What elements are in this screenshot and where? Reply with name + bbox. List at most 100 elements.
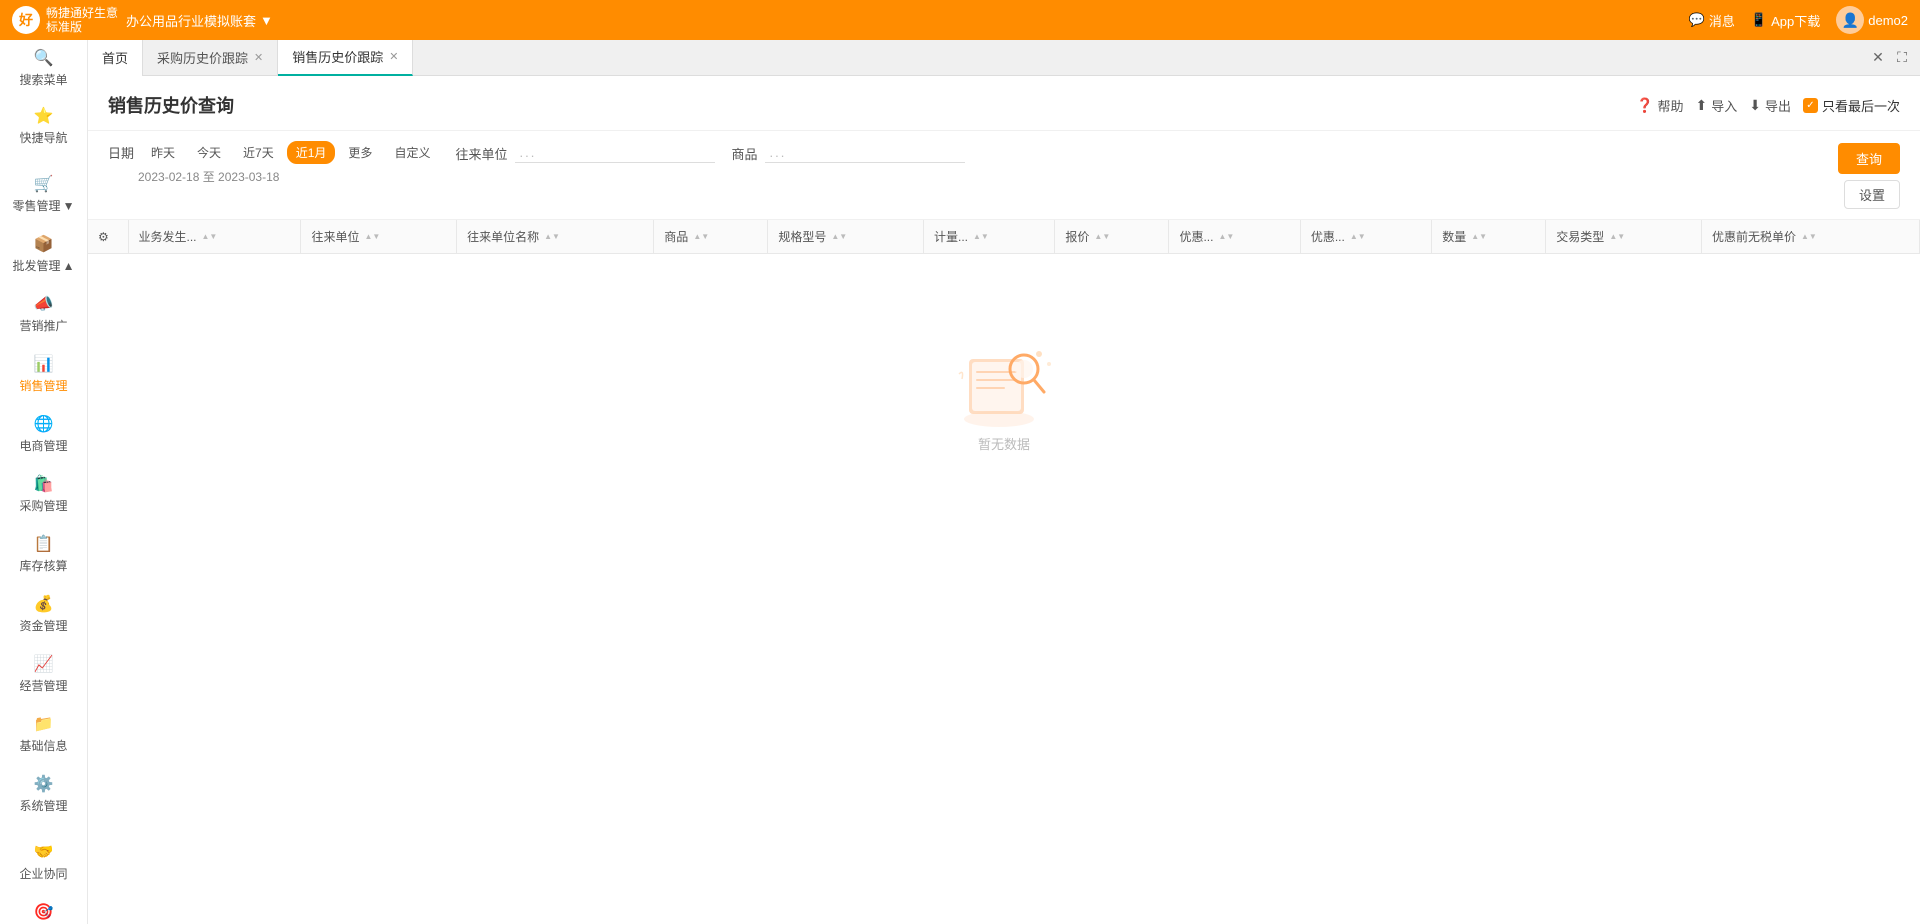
user-menu[interactable]: 👤 demo2 bbox=[1836, 6, 1908, 34]
tab-purchase-history[interactable]: 采购历史价跟踪 ✕ bbox=[143, 40, 278, 76]
content-area: 首页 采购历史价跟踪 ✕ 销售历史价跟踪 ✕ ✕ ⛶ bbox=[88, 40, 1920, 924]
th-spec[interactable]: 规格型号 ▲▼ bbox=[768, 220, 924, 254]
th-trade-type[interactable]: 交易类型 ▲▼ bbox=[1546, 220, 1702, 254]
finance-icon: 💰 bbox=[34, 594, 54, 614]
date-btn-7days[interactable]: 近7天 bbox=[234, 141, 283, 164]
sort-icon-biz-date: ▲▼ bbox=[202, 232, 218, 241]
th-biz-date-label: 业务发生... bbox=[139, 228, 197, 245]
date-btn-today[interactable]: 今天 bbox=[188, 141, 230, 164]
help-icon: ❓ bbox=[1636, 97, 1653, 114]
sidebar-item-search[interactable]: 🔍 搜索菜单 bbox=[0, 40, 87, 96]
message-button[interactable]: 💬 消息 bbox=[1689, 11, 1735, 30]
workspace-selector[interactable]: 办公用品行业模拟账套 ▼ bbox=[126, 11, 273, 30]
goods-filter-group: 商品 ... bbox=[731, 143, 965, 163]
th-unit-code[interactable]: 往来单位 ▲▼ bbox=[301, 220, 457, 254]
tab-close-button[interactable]: ✕ bbox=[1868, 48, 1888, 68]
tab-sales-history[interactable]: 销售历史价跟踪 ✕ bbox=[278, 40, 413, 76]
sidebar-item-retail[interactable]: 🛒 零售管理▼ bbox=[0, 164, 87, 224]
sidebar-marketing-label: 营销推广 bbox=[19, 317, 67, 334]
date-btn-1month[interactable]: 近1月 bbox=[287, 141, 336, 164]
sidebar-item-guide[interactable]: 🎯 新手引导 bbox=[0, 892, 87, 924]
sidebar-item-sales[interactable]: 📊 销售管理 bbox=[0, 344, 87, 404]
basic-icon: 📁 bbox=[34, 714, 54, 734]
th-discount2[interactable]: 优惠... ▲▼ bbox=[1300, 220, 1431, 254]
th-goods-label: 商品 bbox=[664, 228, 688, 245]
sidebar-item-finance[interactable]: 💰 资金管理 bbox=[0, 584, 87, 644]
import-label: 导入 bbox=[1711, 96, 1737, 115]
help-label: 帮助 bbox=[1657, 96, 1683, 115]
help-button[interactable]: ❓ 帮助 bbox=[1636, 96, 1683, 115]
th-spec-label: 规格型号 bbox=[778, 228, 826, 245]
tab-purchase-history-close[interactable]: ✕ bbox=[254, 51, 263, 64]
sidebar-system-label: 系统管理 bbox=[19, 797, 67, 814]
tab-maximize-button[interactable]: ⛶ bbox=[1892, 48, 1912, 68]
query-button[interactable]: 查询 bbox=[1838, 143, 1900, 174]
only-last-checkbox[interactable]: 只看最后一次 bbox=[1803, 96, 1900, 115]
logo-text: 畅捷通好生意 标准版 bbox=[46, 6, 118, 35]
page-content: 销售历史价查询 ❓ 帮助 ⬆ 导入 ⬇ 导出 bbox=[88, 76, 1920, 924]
th-biz-date[interactable]: 业务发生... ▲▼ bbox=[128, 220, 301, 254]
goods-input[interactable]: ... bbox=[765, 143, 965, 163]
date-btn-more[interactable]: 更多 bbox=[339, 141, 381, 164]
th-unit-measure[interactable]: 计量... ▲▼ bbox=[924, 220, 1055, 254]
page-title: 销售历史价查询 bbox=[108, 92, 234, 118]
sidebar-finance-label: 资金管理 bbox=[19, 617, 67, 634]
sidebar-item-wholesale[interactable]: 📦 批发管理▲ bbox=[0, 224, 87, 284]
top-bar: 好 畅捷通好生意 标准版 办公用品行业模拟账套 ▼ 💬 消息 📱 App下载 bbox=[0, 0, 1920, 40]
sidebar-item-enterprise[interactable]: 🤝 企业协同 bbox=[0, 832, 87, 892]
search-icon: 🔍 bbox=[34, 48, 54, 68]
sidebar-item-purchase[interactable]: 🛍️ 采购管理 bbox=[0, 464, 87, 524]
username: demo2 bbox=[1868, 13, 1908, 28]
data-table: ⚙ 业务发生... ▲▼ 往来 bbox=[88, 220, 1920, 254]
table-area: ⚙ 业务发生... ▲▼ 往来 bbox=[88, 220, 1920, 533]
sidebar: 🔍 搜索菜单 ⭐ 快捷导航 🛒 零售管理▼ 📦 批发管理▲ bbox=[0, 40, 88, 924]
sidebar-item-inventory[interactable]: 📋 库存核算 bbox=[0, 524, 87, 584]
th-unit-name-label: 往来单位名称 bbox=[467, 228, 539, 245]
sort-icon-tax-free-price: ▲▼ bbox=[1801, 232, 1817, 241]
tab-home[interactable]: 首页 bbox=[88, 40, 143, 76]
th-quote[interactable]: 报价 ▲▼ bbox=[1055, 220, 1169, 254]
th-tax-free-price[interactable]: 优惠前无税单价 ▲▼ bbox=[1701, 220, 1919, 254]
sidebar-item-ecommerce[interactable]: 🌐 电商管理 bbox=[0, 404, 87, 464]
sort-icon-discount1: ▲▼ bbox=[1218, 232, 1234, 241]
sidebar-basic-label: 基础信息 bbox=[19, 737, 67, 754]
sidebar-retail-label: 零售管理▼ bbox=[13, 197, 75, 214]
th-discount2-label: 优惠... bbox=[1311, 228, 1345, 245]
filter-section: 日期 昨天 今天 近7天 近1月 更多 自定义 2023-02-18 bbox=[88, 131, 1920, 220]
th-quantity[interactable]: 数量 ▲▼ bbox=[1432, 220, 1546, 254]
sidebar-item-system[interactable]: ⚙️ 系统管理 bbox=[0, 764, 87, 824]
unit-input[interactable]: ... bbox=[515, 143, 715, 163]
tab-bar-actions: ✕ ⛶ bbox=[1868, 40, 1920, 76]
th-tax-free-price-label: 优惠前无税单价 bbox=[1712, 228, 1796, 245]
export-button[interactable]: ⬇ 导出 bbox=[1749, 96, 1791, 115]
export-label: 导出 bbox=[1765, 96, 1791, 115]
date-btn-yesterday[interactable]: 昨天 bbox=[142, 141, 184, 164]
tab-sales-history-close[interactable]: ✕ bbox=[389, 50, 398, 63]
date-btn-custom[interactable]: 自定义 bbox=[385, 141, 439, 164]
app-download-button[interactable]: 📱 App下载 bbox=[1751, 11, 1820, 30]
sidebar-quicknav-label: 快捷导航 bbox=[19, 129, 67, 146]
sidebar-item-basic[interactable]: 📁 基础信息 bbox=[0, 704, 87, 764]
guide-icon: 🎯 bbox=[34, 902, 54, 922]
sidebar-item-marketing[interactable]: 📣 营销推广 bbox=[0, 284, 87, 344]
sort-icon-unit-name: ▲▼ bbox=[544, 232, 560, 241]
top-bar-left: 好 畅捷通好生意 标准版 办公用品行业模拟账套 ▼ bbox=[12, 6, 273, 35]
sidebar-item-operations[interactable]: 📈 经营管理 bbox=[0, 644, 87, 704]
page-header: 销售历史价查询 ❓ 帮助 ⬆ 导入 ⬇ 导出 bbox=[88, 76, 1920, 131]
settings-button[interactable]: 设置 bbox=[1844, 180, 1900, 209]
system-icon: ⚙️ bbox=[34, 774, 54, 794]
th-discount1[interactable]: 优惠... ▲▼ bbox=[1169, 220, 1300, 254]
th-goods[interactable]: 商品 ▲▼ bbox=[654, 220, 768, 254]
sidebar-item-quick-nav[interactable]: ⭐ 快捷导航 bbox=[0, 96, 87, 156]
sort-icon-spec: ▲▼ bbox=[831, 232, 847, 241]
sort-icon-unit-measure: ▲▼ bbox=[973, 232, 989, 241]
th-unit-name[interactable]: 往来单位名称 ▲▼ bbox=[457, 220, 654, 254]
app-download-label: App下载 bbox=[1771, 11, 1820, 30]
tab-purchase-history-label: 采购历史价跟踪 bbox=[157, 48, 248, 67]
import-button[interactable]: ⬆ 导入 bbox=[1695, 96, 1737, 115]
settings-gear-icon[interactable]: ⚙ bbox=[98, 230, 109, 244]
ecommerce-icon: 🌐 bbox=[34, 414, 54, 434]
date-range-text: 2023-02-18 至 2023-03-18 bbox=[138, 170, 279, 184]
sidebar-sales-label: 销售管理 bbox=[19, 377, 67, 394]
logo-area: 好 畅捷通好生意 标准版 bbox=[12, 6, 118, 35]
